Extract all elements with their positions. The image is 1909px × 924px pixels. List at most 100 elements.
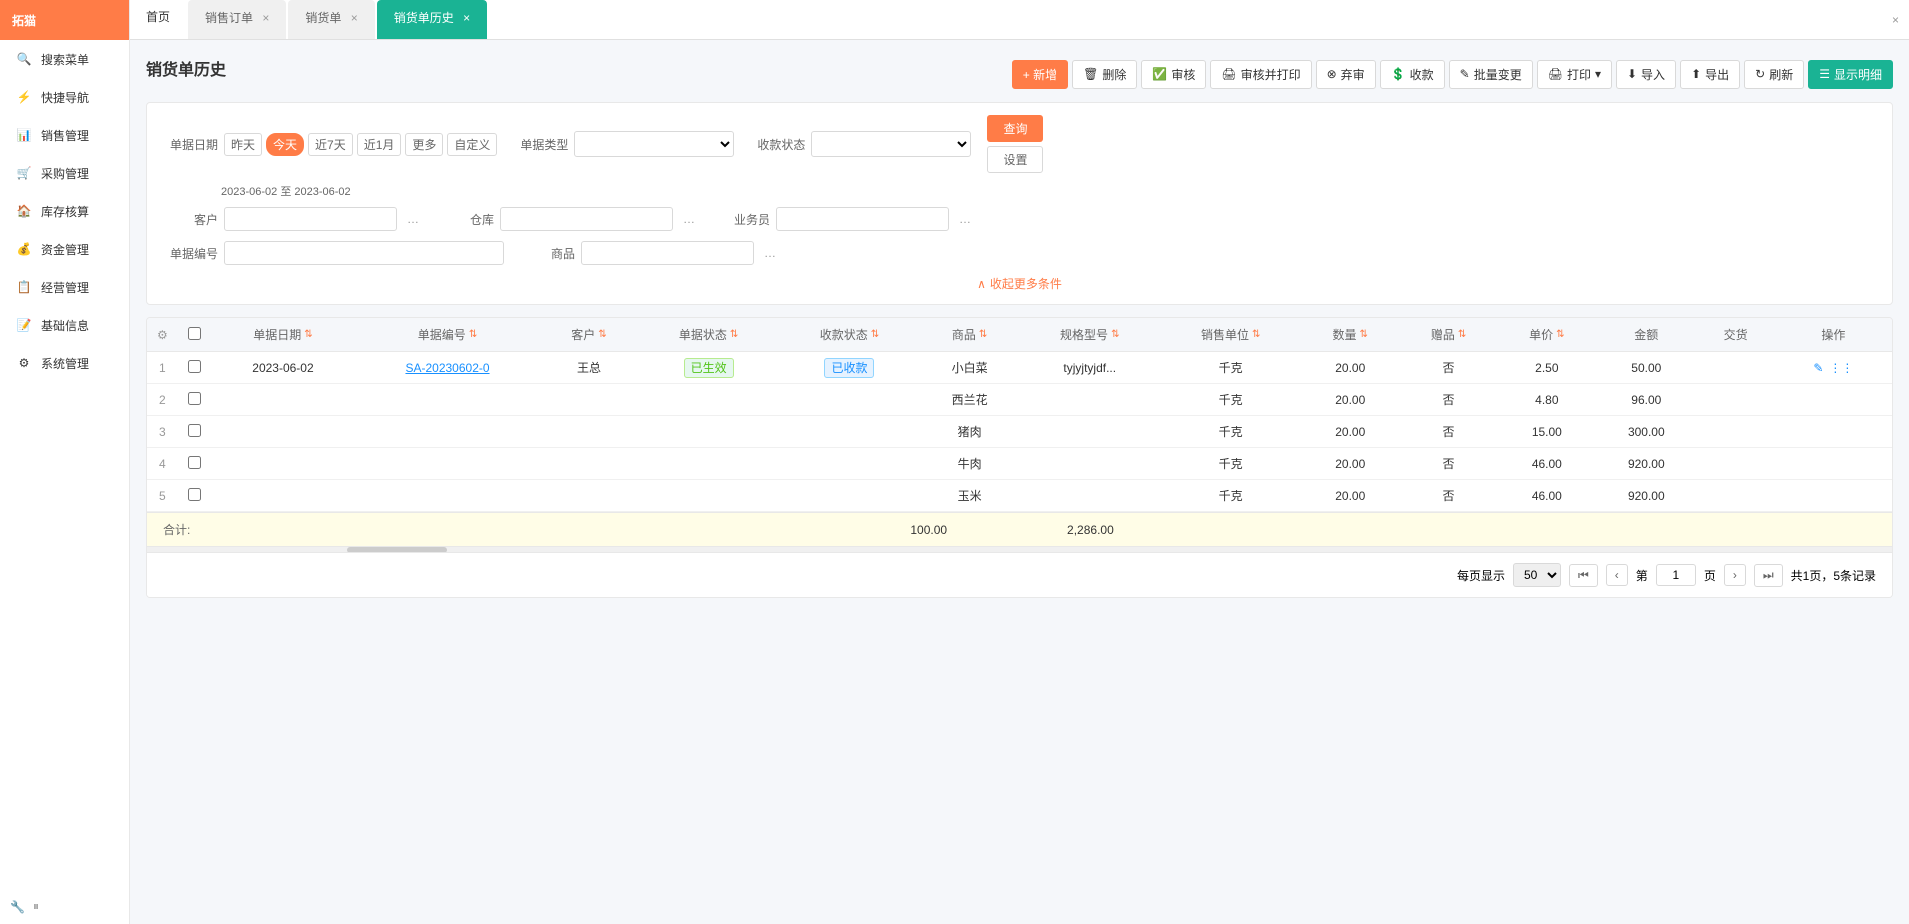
page-number-input[interactable]: 1 — [1656, 564, 1696, 586]
cell-product: 猪肉 — [920, 416, 1019, 448]
cell-payment: 已收款 — [779, 352, 920, 384]
doc-no-link[interactable]: SA-20230602-0 — [405, 361, 489, 375]
page-last-btn[interactable]: ⏭ — [1754, 564, 1783, 587]
cell-amount: 300.00 — [1596, 416, 1697, 448]
date-btn-7days[interactable]: 近7天 — [308, 133, 353, 156]
sort-customer-icon[interactable]: ⇅ — [598, 329, 606, 340]
row-checkbox[interactable] — [188, 488, 201, 501]
select-all-th[interactable] — [178, 318, 211, 352]
doc-type-select[interactable] — [574, 131, 734, 157]
query-button[interactable]: 查询 — [987, 115, 1043, 142]
payment-status-select[interactable] — [811, 131, 971, 157]
sidebar-item-inventory[interactable]: 🏠 库存核算 — [0, 192, 129, 230]
cell-checkbox — [178, 384, 211, 416]
cell-num: 1 — [147, 352, 178, 384]
cell-price: 15.00 — [1498, 416, 1596, 448]
status-badge: 已收款 — [824, 358, 874, 378]
print-button[interactable]: 🖨 打印 ▾ — [1537, 60, 1612, 89]
cell-spec — [1019, 480, 1160, 512]
sidebar-item-ops-mgmt[interactable]: 📋 经营管理 — [0, 268, 129, 306]
system-icon: ⚙ — [15, 354, 33, 372]
sort-price-icon[interactable]: ⇅ — [1556, 329, 1564, 340]
sort-docstatus-icon[interactable]: ⇅ — [730, 329, 738, 340]
date-btn-yesterday[interactable]: 昨天 — [224, 133, 262, 156]
warehouse-input[interactable] — [500, 207, 673, 231]
salesperson-dots[interactable]: … — [955, 210, 975, 228]
collapse-btn[interactable]: ∧ 收起更多条件 — [163, 275, 1876, 292]
tab-sales-history-close[interactable]: × — [463, 11, 470, 25]
date-btn-today[interactable]: 今天 — [266, 133, 304, 156]
sidebar-item-finance[interactable]: 💰 资金管理 — [0, 230, 129, 268]
review-button[interactable]: ✅ 审核 — [1141, 60, 1206, 89]
sidebar-item-purchase-mgmt[interactable]: 🛒 采购管理 — [0, 154, 129, 192]
row-checkbox[interactable] — [188, 424, 201, 437]
tab-sales-order-close[interactable]: × — [262, 11, 269, 25]
collect-button[interactable]: 💲 收款 — [1380, 60, 1445, 89]
filter-actions: 查询 设置 — [987, 115, 1043, 173]
cell-date — [211, 416, 355, 448]
setting-button[interactable]: 设置 — [987, 146, 1043, 173]
filter-row-2: 客户 … 仓库 … 业务员 … — [163, 207, 1876, 231]
th-date: 单据日期⇅ — [211, 318, 355, 352]
sort-spec-icon[interactable]: ⇅ — [1111, 329, 1119, 340]
warehouse-dots[interactable]: … — [679, 210, 699, 228]
row-checkbox[interactable] — [188, 392, 201, 405]
salesperson-input[interactable] — [776, 207, 949, 231]
edit-action-btn[interactable]: ✎ — [1810, 361, 1826, 375]
import-button[interactable]: ⬇ 导入 — [1616, 60, 1676, 89]
tab-sales-invoice-close[interactable]: × — [351, 11, 358, 25]
sort-qty-icon[interactable]: ⇅ — [1360, 329, 1368, 340]
print-dropdown-icon: ▾ — [1595, 67, 1601, 81]
sidebar-item-system-mgmt[interactable]: ⚙ 系统管理 — [0, 344, 129, 382]
gear-settings-th[interactable]: ⚙ — [147, 318, 178, 352]
cell-num: 4 — [147, 448, 178, 480]
collect-icon: 💲 — [1391, 67, 1406, 81]
row-checkbox[interactable] — [188, 456, 201, 469]
date-btn-custom[interactable]: 自定义 — [447, 133, 497, 156]
select-all-checkbox[interactable] — [188, 327, 201, 340]
show-detail-button[interactable]: ☰ 显示明细 — [1808, 60, 1893, 89]
print-review-button[interactable]: 🖨 审核并打印 — [1210, 60, 1311, 89]
sort-unit-icon[interactable]: ⇅ — [1252, 329, 1260, 340]
th-customer: 客户⇅ — [540, 318, 638, 352]
tab-sales-order[interactable]: 销售订单 × — [188, 0, 286, 39]
sidebar-item-sales-mgmt[interactable]: 📊 销售管理 — [0, 116, 129, 154]
sort-docno-icon[interactable]: ⇅ — [469, 329, 477, 340]
date-btn-more[interactable]: 更多 — [405, 133, 443, 156]
sales-icon: 📊 — [15, 126, 33, 144]
export-button[interactable]: ⬆ 导出 — [1680, 60, 1740, 89]
tab-sales-invoice[interactable]: 销货单 × — [288, 0, 374, 39]
tab-home[interactable]: 首页 — [130, 0, 186, 39]
page-next-btn[interactable]: › — [1724, 564, 1746, 586]
product-dots[interactable]: … — [760, 244, 780, 262]
page-size-select[interactable]: 50 — [1513, 563, 1561, 587]
sort-date-icon[interactable]: ⇅ — [304, 329, 312, 340]
sort-payment-icon[interactable]: ⇅ — [871, 329, 879, 340]
page-first-btn[interactable]: ⏮ — [1569, 564, 1598, 587]
row-checkbox[interactable] — [188, 360, 201, 373]
abandon-button[interactable]: ⊗ 弃审 — [1316, 60, 1376, 89]
quick-nav-icon: ⚡ — [15, 88, 33, 106]
sort-gift-icon[interactable]: ⇅ — [1458, 329, 1466, 340]
more-action-btn[interactable]: ⋮⋮ — [1826, 361, 1856, 375]
close-window[interactable]: × — [1892, 0, 1909, 39]
page-prev-btn[interactable]: ‹ — [1606, 564, 1628, 586]
doc-no-input[interactable] — [224, 241, 504, 265]
batch-change-button[interactable]: ✎ 批量变更 — [1449, 60, 1533, 89]
product-input[interactable] — [581, 241, 754, 265]
date-btn-1month[interactable]: 近1月 — [357, 133, 402, 156]
sidebar-item-basic-info[interactable]: 📝 基础信息 — [0, 306, 129, 344]
sidebar-item-quick-nav[interactable]: ⚡ 快捷导航 — [0, 78, 129, 116]
page-title: 销货单历史 — [146, 56, 226, 80]
customer-dots[interactable]: … — [403, 210, 423, 228]
delete-button[interactable]: 🗑 删除 — [1072, 60, 1137, 89]
customer-input[interactable] — [224, 207, 397, 231]
sidebar-item-search-menu[interactable]: 🔍 搜索菜单 — [0, 40, 129, 78]
cell-delivery — [1697, 352, 1775, 384]
sort-product-icon[interactable]: ⇅ — [979, 329, 987, 340]
tab-sales-history[interactable]: 销货单历史 × — [377, 0, 487, 39]
new-button[interactable]: + 新增 — [1012, 60, 1068, 89]
cell-unit: 千克 — [1160, 384, 1301, 416]
refresh-button[interactable]: ↻ 刷新 — [1744, 60, 1804, 89]
cell-price: 46.00 — [1498, 480, 1596, 512]
